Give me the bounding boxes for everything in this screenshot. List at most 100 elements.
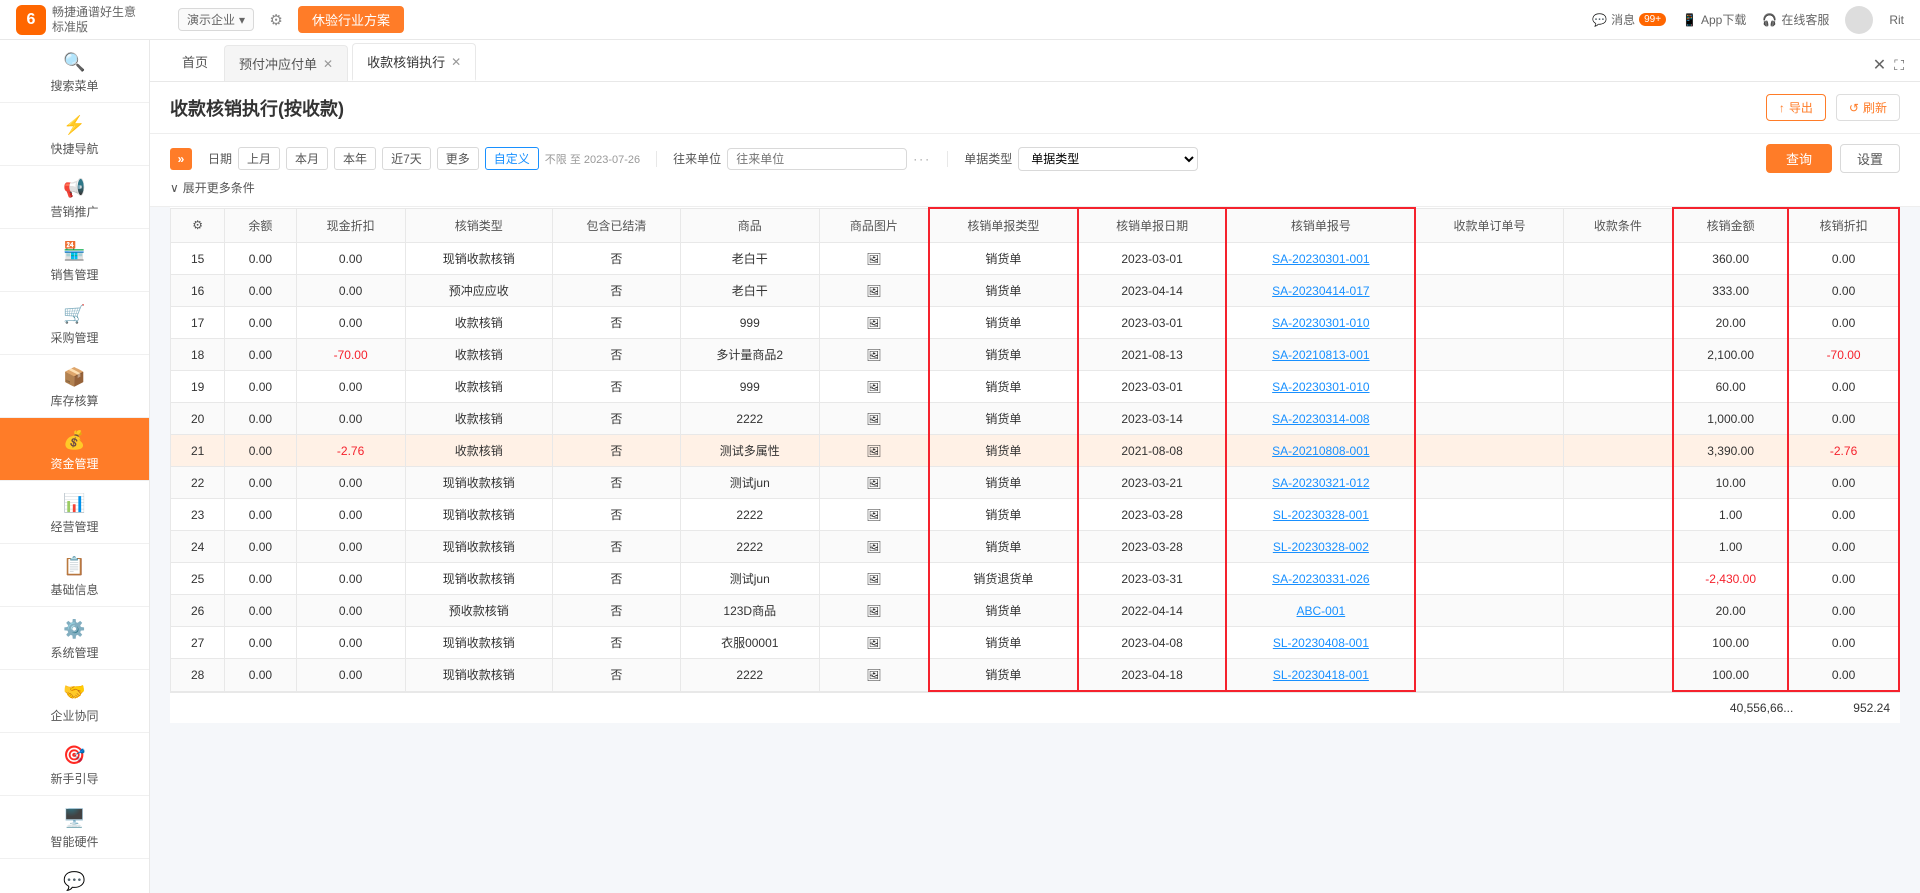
refresh-button[interactable]: ↺ 刷新 — [1836, 94, 1900, 121]
sidebar-item-wechat[interactable]: 💬 企业微信 — [0, 859, 149, 893]
cell-no: 24 — [171, 531, 225, 563]
cell-no: 28 — [171, 659, 225, 692]
cell-bill-no-link[interactable]: SA-20210808-001 — [1272, 444, 1369, 458]
tab-prepay[interactable]: 预付冲应付单 ✕ — [224, 45, 348, 81]
cell-bill-date: 2023-03-28 — [1078, 531, 1227, 563]
cell-bill-no[interactable]: SL-20230408-001 — [1226, 627, 1415, 659]
cell-bill-no[interactable]: SA-20230301-010 — [1226, 307, 1415, 339]
sidebar-item-quick[interactable]: ⚡ 快捷导航 — [0, 103, 149, 166]
brand-text: 畅捷通谱好生意 标准版 — [52, 5, 136, 34]
cell-verify-discount: 0.00 — [1788, 403, 1899, 435]
expand-more-conditions[interactable]: ∨ 展开更多条件 — [170, 179, 1900, 196]
cell-bill-no-link[interactable]: SL-20230418-001 — [1273, 668, 1369, 682]
date-btn-7days[interactable]: 近7天 — [382, 147, 431, 170]
cell-no: 19 — [171, 371, 225, 403]
company-selector[interactable]: 演示企业 ▾ — [178, 8, 254, 31]
cell-bill-no-link[interactable]: SA-20230321-012 — [1272, 476, 1369, 490]
sidebar-item-finance[interactable]: 💰 资金管理 — [0, 418, 149, 481]
cell-verify-discount: -70.00 — [1788, 339, 1899, 371]
cell-bill-no-link[interactable]: SL-20230328-001 — [1273, 508, 1369, 522]
date-btn-custom[interactable]: 自定义 — [485, 147, 539, 170]
sidebar-item-sales[interactable]: 🏪 销售管理 — [0, 229, 149, 292]
cell-bill-no[interactable]: SA-20230301-010 — [1226, 371, 1415, 403]
tab-close-verify[interactable]: ✕ — [451, 55, 461, 69]
close-window-icon[interactable]: ✕ — [1873, 55, 1886, 75]
cell-verify-discount: 0.00 — [1788, 275, 1899, 307]
data-table: ⚙ 余额 现金折扣 核销类型 包含已结清 商品 商品图片 核销单报类型 核销单报… — [170, 207, 1900, 692]
sidebar-item-marketing[interactable]: 📢 营销推广 — [0, 166, 149, 229]
sidebar-item-company[interactable]: 🤝 企业协同 — [0, 670, 149, 733]
cell-bill-no-link[interactable]: SA-20230301-001 — [1272, 252, 1369, 266]
cell-verify-amount: 20.00 — [1673, 595, 1788, 627]
cell-bill-no[interactable]: SA-20210813-001 — [1226, 339, 1415, 371]
cell-bill-no-link[interactable]: SL-20230408-001 — [1273, 636, 1369, 650]
cell-bill-no-link[interactable]: SA-20230301-010 — [1272, 316, 1369, 330]
sidebar-icon-system: ⚙️ — [63, 619, 85, 640]
user-avatar[interactable] — [1845, 6, 1873, 34]
cell-bill-no-link[interactable]: SA-20230414-017 — [1272, 284, 1369, 298]
cell-bill-no[interactable]: SL-20230328-002 — [1226, 531, 1415, 563]
cell-bill-no-link[interactable]: SA-20230331-026 — [1272, 572, 1369, 586]
sidebar-icon-basic: 📋 — [63, 556, 85, 577]
tab-close-prepay[interactable]: ✕ — [323, 57, 333, 71]
cell-bill-no[interactable]: SA-20230314-008 — [1226, 403, 1415, 435]
date-btn-more[interactable]: 更多 — [437, 147, 479, 170]
cell-cash-discount: 0.00 — [296, 595, 405, 627]
sidebar-item-guide[interactable]: 🎯 新手引导 — [0, 733, 149, 796]
settings-icon[interactable]: ⚙ — [262, 6, 290, 34]
cell-bill-no[interactable]: SL-20230418-001 — [1226, 659, 1415, 692]
date-btn-this-year[interactable]: 本年 — [334, 147, 376, 170]
cell-goods-img: 🖼 — [819, 499, 929, 531]
date-btn-last-month[interactable]: 上月 — [238, 147, 280, 170]
message-btn[interactable]: 💬 消息 99+ — [1592, 11, 1666, 28]
sidebar-item-system[interactable]: ⚙️ 系统管理 — [0, 607, 149, 670]
cell-balance: 0.00 — [225, 243, 296, 275]
online-service-btn[interactable]: 🎧 在线客服 — [1762, 11, 1829, 28]
maximize-icon[interactable]: ⛶ — [1894, 57, 1904, 74]
sidebar-label-system: 系统管理 — [50, 644, 98, 661]
sidebar-item-inventory[interactable]: 📦 库存核算 — [0, 355, 149, 418]
cell-bill-no[interactable]: SA-20230321-012 — [1226, 467, 1415, 499]
table-settings-button[interactable]: 设置 — [1840, 144, 1900, 173]
tab-home[interactable]: 首页 — [166, 44, 224, 81]
cell-bill-no[interactable]: SL-20230328-001 — [1226, 499, 1415, 531]
cell-receipt-condition — [1563, 659, 1673, 692]
cell-receipt-condition — [1563, 435, 1673, 467]
cell-bill-no-link[interactable]: SA-20230301-010 — [1272, 380, 1369, 394]
cell-bill-report-type: 销货单 — [929, 403, 1078, 435]
cell-bill-no-link[interactable]: SA-20230314-008 — [1272, 412, 1369, 426]
cell-bill-no[interactable]: ABC-001 — [1226, 595, 1415, 627]
date-btn-this-month[interactable]: 本月 — [286, 147, 328, 170]
sidebar-item-purchase[interactable]: 🛒 采购管理 — [0, 292, 149, 355]
sidebar-item-search[interactable]: 🔍 搜索菜单 — [0, 40, 149, 103]
cell-include-cleared: 否 — [552, 339, 680, 371]
cell-bill-no-link[interactable]: ABC-001 — [1297, 604, 1346, 618]
sidebar-item-basic[interactable]: 📋 基础信息 — [0, 544, 149, 607]
bill-type-select[interactable]: 单据类型 — [1018, 147, 1198, 171]
cell-verify-discount: 0.00 — [1788, 563, 1899, 595]
sidebar-icon-company: 🤝 — [63, 682, 85, 703]
query-button[interactable]: 查询 — [1766, 144, 1832, 173]
cell-bill-no[interactable]: SA-20230331-026 — [1226, 563, 1415, 595]
cell-bill-no[interactable]: SA-20230414-017 — [1226, 275, 1415, 307]
industry-solution-button[interactable]: 休验行业方案 — [298, 6, 404, 33]
col-gear[interactable]: ⚙ — [171, 208, 225, 243]
cell-verify-type: 收款核销 — [405, 371, 552, 403]
cell-verify-discount: 0.00 — [1788, 371, 1899, 403]
cell-bill-no-link[interactable]: SL-20230328-002 — [1273, 540, 1369, 554]
cell-no: 23 — [171, 499, 225, 531]
counter-party-input[interactable] — [727, 148, 907, 170]
cell-bill-no[interactable]: SA-20210808-001 — [1226, 435, 1415, 467]
cell-goods-img: 🖼 — [819, 467, 929, 499]
sidebar-item-operation[interactable]: 📊 经营管理 — [0, 481, 149, 544]
cell-bill-date: 2022-04-14 — [1078, 595, 1227, 627]
expand-collapse-button[interactable]: » — [170, 148, 192, 170]
cell-bill-no-link[interactable]: SA-20210813-001 — [1272, 348, 1369, 362]
sidebar-item-hardware[interactable]: 🖥️ 智能硬件 — [0, 796, 149, 859]
export-button[interactable]: ↑ 导出 — [1766, 94, 1826, 121]
cell-bill-no[interactable]: SA-20230301-001 — [1226, 243, 1415, 275]
tab-verify[interactable]: 收款核销执行 ✕ — [352, 43, 476, 81]
app-download-btn[interactable]: 📱 App下载 — [1682, 11, 1746, 28]
col-balance: 余额 — [225, 208, 296, 243]
cell-bill-date: 2023-04-08 — [1078, 627, 1227, 659]
